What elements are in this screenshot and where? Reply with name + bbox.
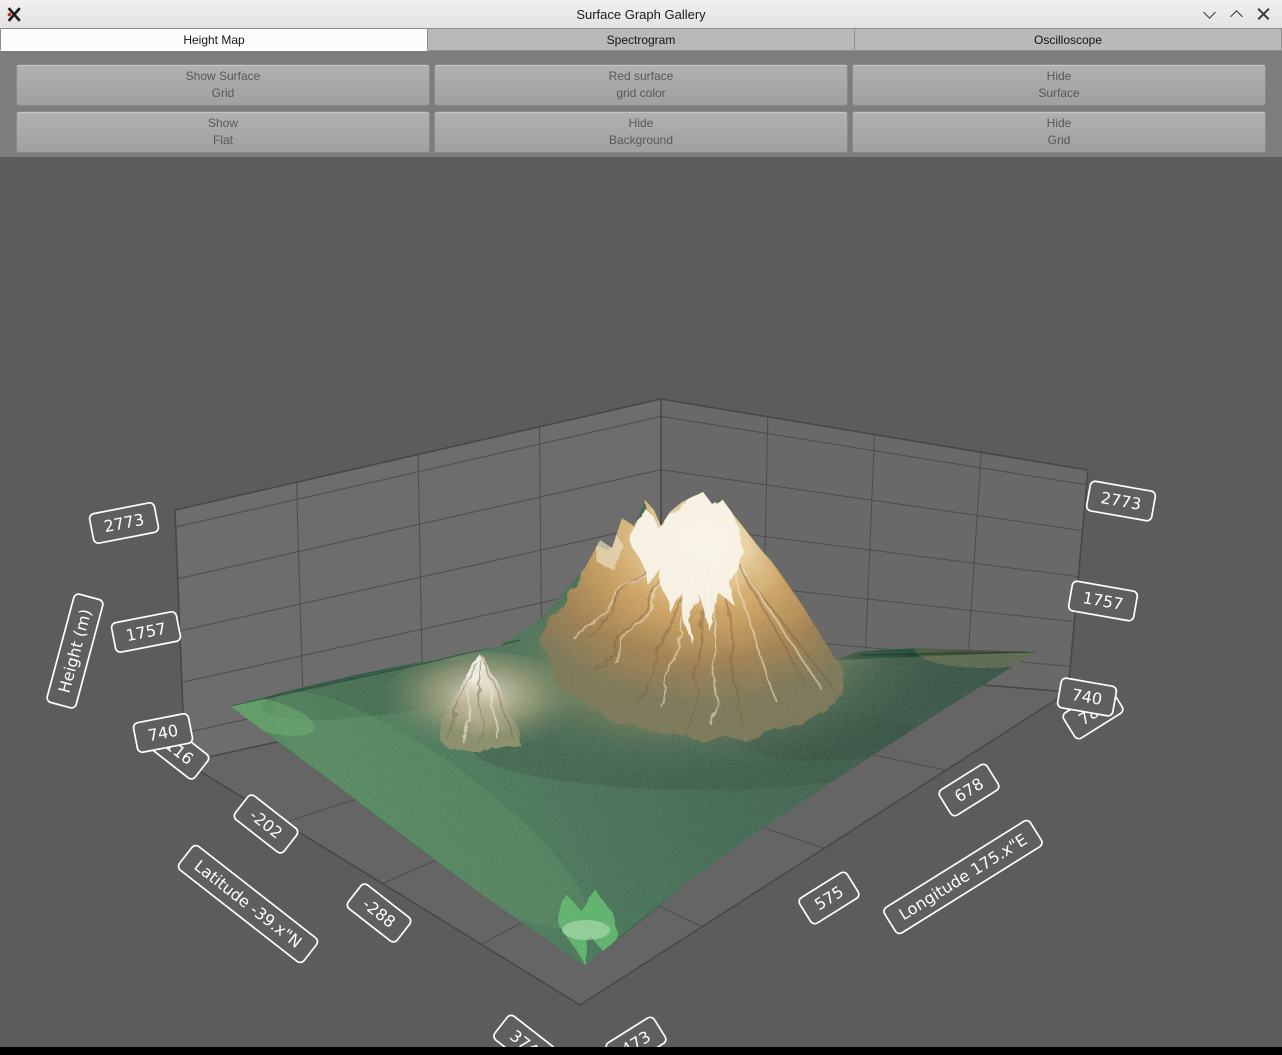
surface-grid-color-button[interactable]: Red surface grid color: [434, 64, 848, 106]
toggle-flat-button[interactable]: Show Flat: [16, 111, 430, 153]
height-axis-tick: 2773: [89, 502, 160, 544]
maximize-button[interactable]: [1227, 3, 1245, 25]
height-axis-title: Height (m): [46, 593, 104, 709]
button-label-line: Red surface: [609, 68, 674, 85]
tab-oscilloscope[interactable]: Oscilloscope: [855, 28, 1282, 51]
longitude-axis-tick: 473: [604, 1015, 667, 1047]
svg-text:Longitude 175.x"E: Longitude 175.x"E: [896, 830, 1031, 924]
toggle-background-button[interactable]: Hide Background: [434, 111, 848, 153]
height-axis-tick: 2773: [1086, 480, 1156, 521]
chevron-down-icon: [1203, 6, 1216, 19]
toggle-grid-button[interactable]: Hide Grid: [852, 111, 1266, 153]
longitude-axis-tick: 575: [797, 870, 860, 925]
height-axis-tick: 740: [1057, 677, 1117, 716]
close-button[interactable]: [1254, 3, 1272, 25]
button-label-line: Hide: [629, 115, 654, 132]
button-label-line: Flat: [213, 132, 233, 149]
app-icon: [6, 6, 23, 23]
latitude-axis-tick: 374: [492, 1013, 556, 1047]
button-label-line: Hide: [1047, 115, 1072, 132]
tab-spectrogram[interactable]: Spectrogram: [428, 28, 855, 51]
height-axis-tick: 1757: [111, 611, 182, 653]
button-label-line: Grid: [212, 85, 235, 102]
svg-text:Latitude -39.x"N: Latitude -39.x"N: [191, 856, 306, 952]
toggle-surface-button[interactable]: Hide Surface: [852, 64, 1266, 106]
titlebar[interactable]: Surface Graph Gallery: [0, 0, 1282, 29]
button-label-line: Surface: [1038, 85, 1079, 102]
longitude-axis-tick: 678: [937, 762, 1000, 817]
latitude-axis-title: Latitude -39.x"N: [177, 844, 320, 965]
button-label-line: grid color: [616, 85, 665, 102]
minimize-button[interactable]: [1200, 3, 1218, 25]
window-controls: [1200, 0, 1272, 28]
screen-edge-strip: [0, 1047, 1282, 1055]
button-label-line: Hide: [1047, 68, 1072, 85]
toggle-surface-grid-button[interactable]: Show Surface Grid: [16, 64, 430, 106]
button-label-line: Show Surface: [186, 68, 261, 85]
controls-grid: Show Surface Grid Red surface grid color…: [16, 64, 1266, 153]
longitude-axis-title: Longitude 175.x"E: [882, 819, 1044, 936]
window-title: Surface Graph Gallery: [0, 7, 1282, 22]
tab-bar: Height Map Spectrogram Oscilloscope: [0, 28, 1282, 51]
button-label-line: Grid: [1048, 132, 1071, 149]
tab-height-map[interactable]: Height Map: [0, 28, 428, 51]
button-label-line: Background: [609, 132, 673, 149]
surface-plot-svg: 2773 1757 -116 740 Height (m) -202 -288 …: [0, 157, 1282, 1047]
surface-chart[interactable]: 2773 1757 -116 740 Height (m) -202 -288 …: [0, 157, 1282, 1047]
height-axis-tick: 1757: [1068, 580, 1138, 621]
chevron-up-icon: [1230, 10, 1243, 23]
close-icon: [1257, 8, 1270, 21]
button-label-line: Show: [208, 115, 238, 132]
